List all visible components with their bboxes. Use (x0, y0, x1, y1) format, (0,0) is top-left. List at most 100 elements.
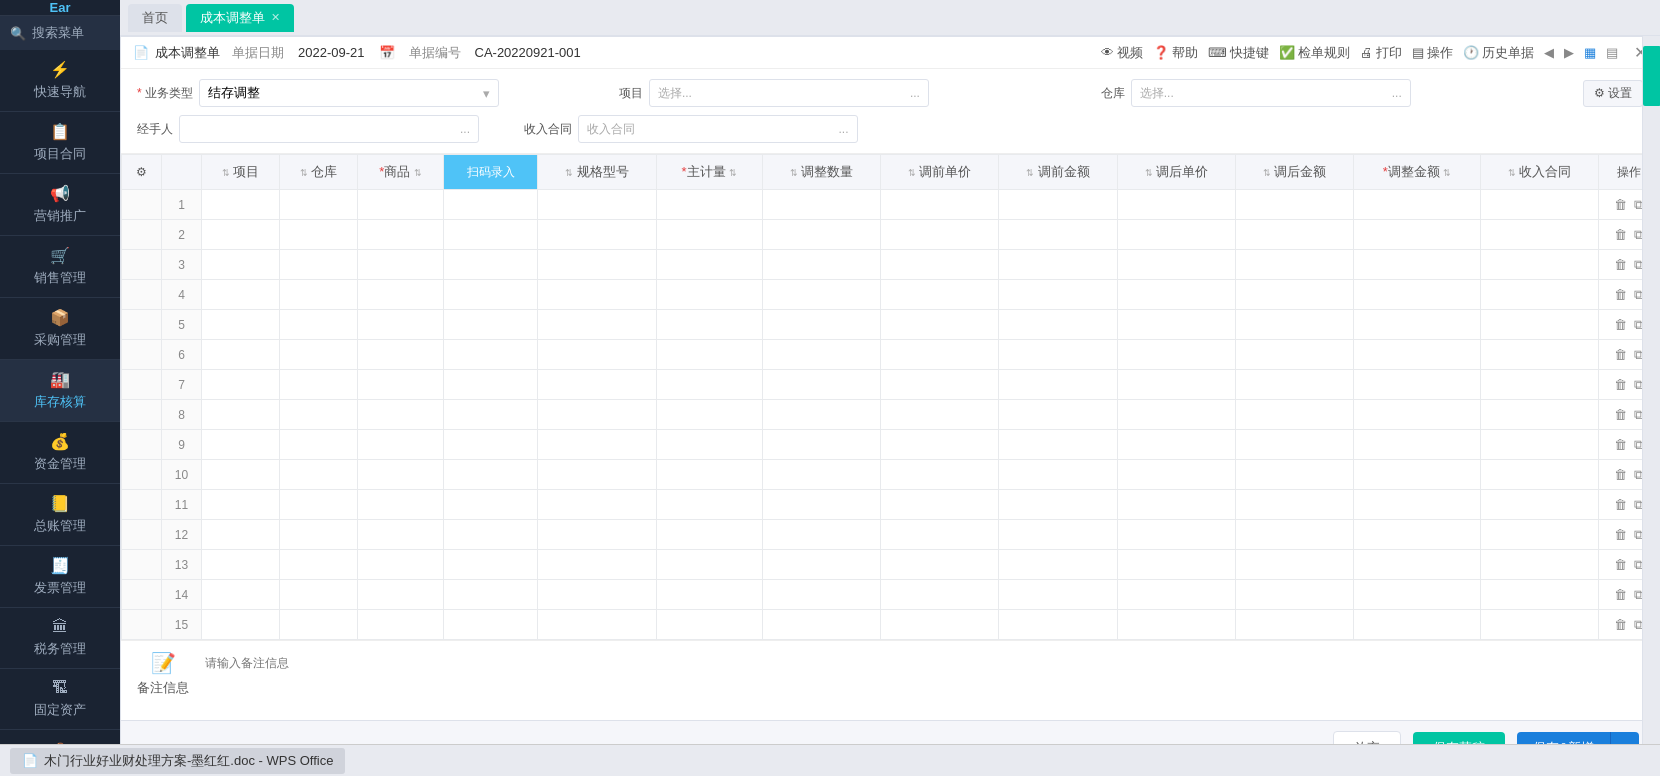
th-unit[interactable]: *主计量 ⇅ (656, 155, 762, 190)
nav-prev-btn[interactable]: ◀ (1544, 45, 1554, 60)
delete-row-icon[interactable]: 🗑 (1612, 497, 1629, 512)
income-contract-input[interactable]: 收入合同 ... (578, 115, 858, 143)
table-cell[interactable] (1354, 280, 1480, 310)
table-cell[interactable] (1236, 370, 1354, 400)
table-cell[interactable] (202, 520, 280, 550)
table-cell[interactable] (538, 310, 656, 340)
sidebar-item-invoice[interactable]: 🧾 发票管理 (0, 546, 120, 608)
table-cell[interactable] (443, 550, 538, 580)
table-cell[interactable] (538, 550, 656, 580)
table-cell[interactable] (358, 280, 444, 310)
th-scan[interactable]: 扫码录入 (443, 155, 538, 190)
table-cell[interactable] (202, 340, 280, 370)
table-cell[interactable] (656, 460, 762, 490)
table-cell[interactable] (999, 490, 1117, 520)
table-cell[interactable] (1117, 490, 1235, 520)
handler-input[interactable]: ... (179, 115, 479, 143)
table-cell[interactable] (538, 280, 656, 310)
table-cell[interactable] (1117, 280, 1235, 310)
table-cell[interactable] (358, 220, 444, 250)
table-cell[interactable] (656, 520, 762, 550)
table-cell[interactable] (358, 520, 444, 550)
table-cell[interactable] (881, 400, 999, 430)
table-cell[interactable] (443, 520, 538, 550)
shortcut-btn[interactable]: ⌨ 快捷键 (1208, 44, 1269, 62)
table-cell[interactable] (656, 430, 762, 460)
table-cell[interactable] (762, 610, 880, 640)
table-cell[interactable] (202, 250, 280, 280)
th-before-price[interactable]: ⇅ 调前单价 (881, 155, 999, 190)
table-cell[interactable] (1236, 250, 1354, 280)
table-cell[interactable] (762, 520, 880, 550)
table-cell[interactable] (1480, 490, 1598, 520)
table-cell[interactable] (1236, 460, 1354, 490)
table-cell[interactable] (358, 400, 444, 430)
handler-ellipsis[interactable]: ... (460, 122, 470, 136)
sidebar-item-inventory[interactable]: 🏭 库存核算 (0, 360, 120, 422)
table-cell[interactable] (358, 610, 444, 640)
table-cell[interactable] (202, 550, 280, 580)
sidebar-item-project[interactable]: 📋 项目合同 (0, 112, 120, 174)
table-cell[interactable] (202, 370, 280, 400)
table-cell[interactable] (1354, 310, 1480, 340)
layout1-btn[interactable]: ▦ (1584, 45, 1596, 60)
table-cell[interactable] (999, 400, 1117, 430)
table-cell[interactable] (1480, 190, 1598, 220)
project-input[interactable]: 选择... ... (649, 79, 929, 107)
table-cell[interactable] (881, 190, 999, 220)
table-cell[interactable] (999, 460, 1117, 490)
th-after-price[interactable]: ⇅ 调后单价 (1117, 155, 1235, 190)
table-cell[interactable] (762, 220, 880, 250)
note-input[interactable] (201, 651, 1643, 687)
table-cell[interactable] (1354, 430, 1480, 460)
table-cell[interactable] (538, 250, 656, 280)
table-cell[interactable] (280, 340, 358, 370)
table-cell[interactable] (443, 490, 538, 520)
table-cell[interactable] (999, 550, 1117, 580)
table-cell[interactable] (280, 580, 358, 610)
table-cell[interactable] (999, 430, 1117, 460)
table-cell[interactable] (443, 580, 538, 610)
delete-row-icon[interactable]: 🗑 (1612, 197, 1629, 212)
table-cell[interactable] (443, 280, 538, 310)
table-cell[interactable] (762, 400, 880, 430)
table-cell[interactable] (358, 340, 444, 370)
table-cell[interactable] (1354, 370, 1480, 400)
table-cell[interactable] (538, 340, 656, 370)
table-cell[interactable] (202, 190, 280, 220)
th-adj-amount[interactable]: *调整金额 ⇅ (1354, 155, 1480, 190)
table-cell[interactable] (280, 400, 358, 430)
project-ellipsis[interactable]: ... (910, 86, 920, 100)
table-cell[interactable] (1480, 340, 1598, 370)
table-cell[interactable] (202, 580, 280, 610)
table-cell[interactable] (202, 460, 280, 490)
tab-close-icon[interactable]: ✕ (271, 11, 280, 24)
history-btn[interactable]: 🕐 历史单据 (1463, 44, 1534, 62)
delete-row-icon[interactable]: 🗑 (1612, 347, 1629, 362)
table-cell[interactable] (656, 490, 762, 520)
table-cell[interactable] (881, 460, 999, 490)
table-cell[interactable] (881, 310, 999, 340)
table-cell[interactable] (1236, 280, 1354, 310)
table-cell[interactable] (656, 220, 762, 250)
table-cell[interactable] (1354, 340, 1480, 370)
table-cell[interactable] (1236, 400, 1354, 430)
delete-row-icon[interactable]: 🗑 (1612, 467, 1629, 482)
table-cell[interactable] (762, 490, 880, 520)
table-cell[interactable] (1117, 430, 1235, 460)
table-cell[interactable] (1480, 430, 1598, 460)
table-cell[interactable] (1117, 400, 1235, 430)
table-cell[interactable] (358, 430, 444, 460)
table-cell[interactable] (762, 550, 880, 580)
warehouse-ellipsis[interactable]: ... (1392, 86, 1402, 100)
table-cell[interactable] (1480, 580, 1598, 610)
table-cell[interactable] (280, 430, 358, 460)
th-project[interactable]: ⇅ 项目 (202, 155, 280, 190)
table-cell[interactable] (202, 430, 280, 460)
layout2-btn[interactable]: ▤ (1606, 45, 1618, 60)
wps-tab[interactable]: 📄 木门行业好业财处理方案-墨红红.doc - WPS Office (10, 748, 345, 774)
table-cell[interactable] (1354, 490, 1480, 520)
table-cell[interactable] (358, 190, 444, 220)
table-cell[interactable] (538, 190, 656, 220)
table-cell[interactable] (1236, 490, 1354, 520)
